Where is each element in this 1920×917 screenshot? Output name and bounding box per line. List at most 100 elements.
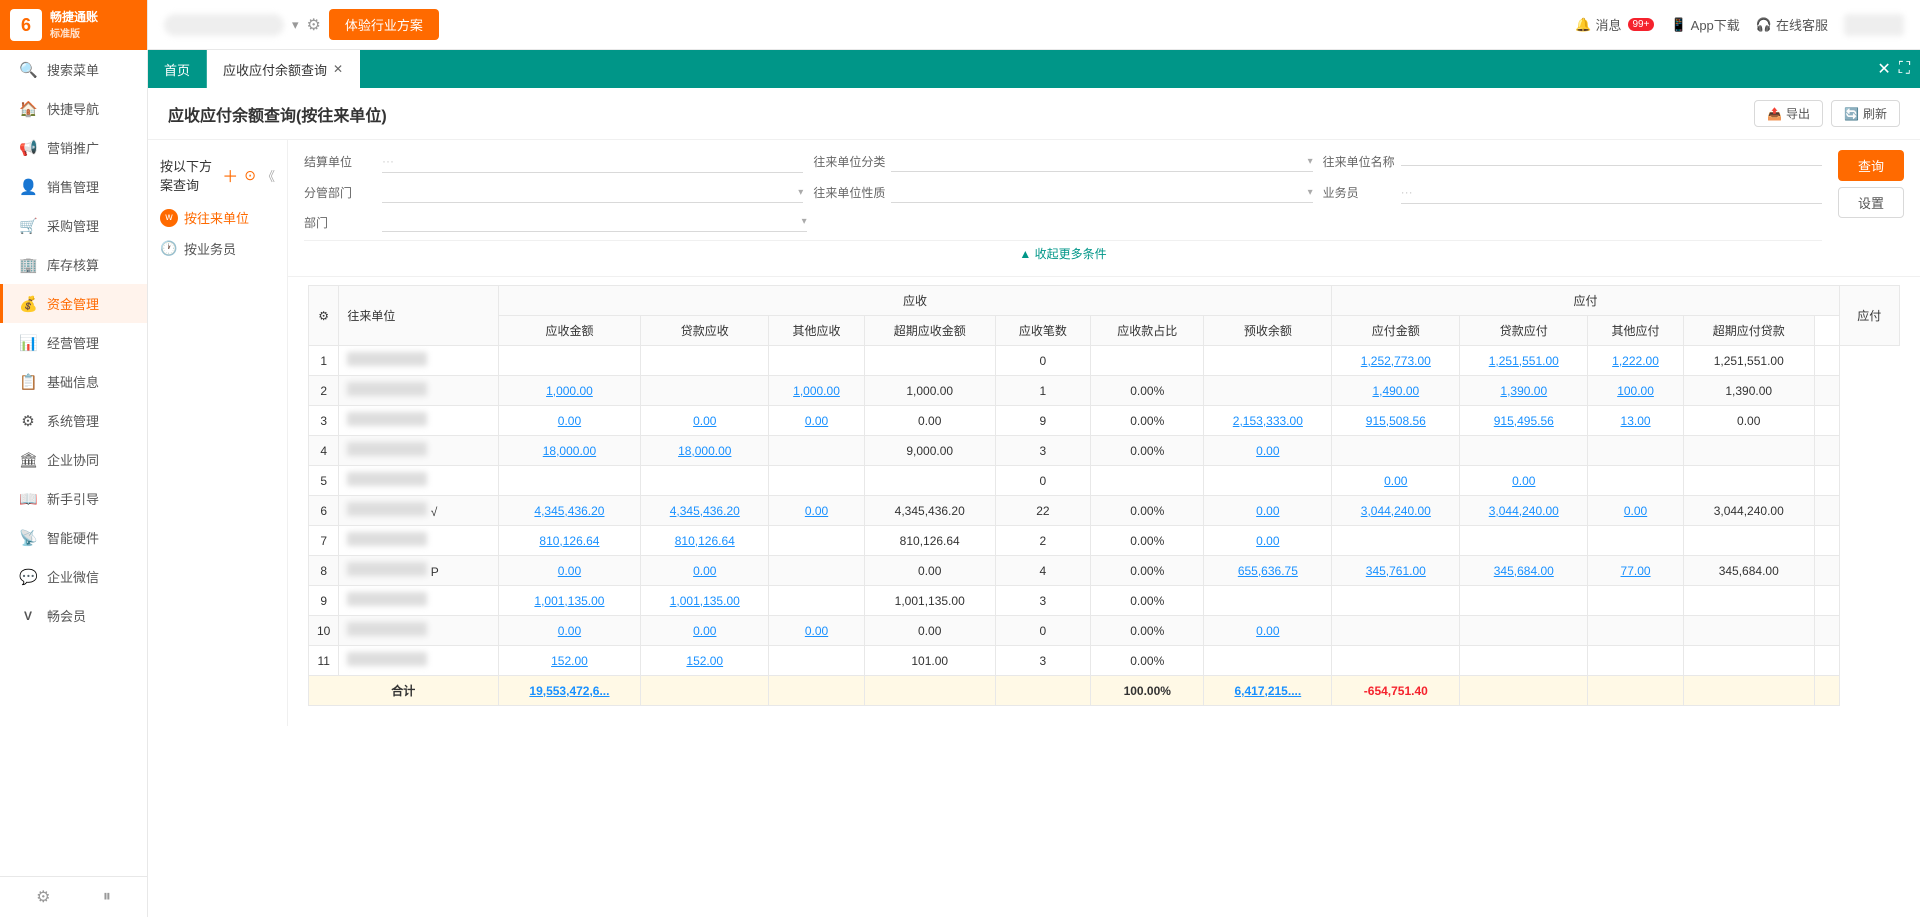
- sidebar-item-wechat[interactable]: 💬 企业微信: [0, 557, 147, 596]
- system-icon: ⚙: [19, 412, 37, 430]
- query-field-unit-name: 往来单位名称: [1323, 150, 1822, 173]
- sidebar-item-finance[interactable]: 💰 资金管理: [0, 284, 147, 323]
- footer-ap-amount: -654,751.40: [1332, 676, 1460, 706]
- topbar-service-label: 在线客服: [1776, 15, 1828, 34]
- query-field-department: 部门 ▾: [304, 212, 807, 232]
- topbar-online-service[interactable]: 🎧 在线客服: [1756, 15, 1828, 34]
- topbar-gear-icon[interactable]: ⚙: [307, 15, 321, 35]
- left-schema-panel: 按以下方案查询 ＋ ⊙ 《 w 按往来单位 🕐 按业务员: [148, 140, 288, 726]
- settings-schema-icon[interactable]: ⊙: [244, 167, 256, 184]
- sidebar-item-label: 系统管理: [47, 411, 99, 430]
- salesman-input[interactable]: ···: [1401, 181, 1822, 204]
- tab-ar-ap-label: 应收应付余额查询: [223, 60, 327, 79]
- footer-ap-last: [1814, 676, 1839, 706]
- sidebar-item-search[interactable]: 🔍 搜索菜单: [0, 50, 147, 89]
- sales-icon: 👤: [19, 178, 37, 196]
- row-unit: [339, 406, 498, 436]
- sidebar-item-label: 企业微信: [47, 567, 99, 586]
- table-header-payable-group: 应付: [1332, 286, 1839, 316]
- unit-name-input[interactable]: [1401, 157, 1822, 166]
- table-settings-col[interactable]: ⚙: [309, 286, 339, 346]
- sidebar-collapse-icon[interactable]: ⏸: [103, 888, 111, 906]
- add-schema-icon[interactable]: ＋: [222, 163, 238, 187]
- table-settings-button[interactable]: 设置: [1838, 187, 1904, 218]
- tabbar-expand-icon[interactable]: ⛶: [1899, 60, 1910, 78]
- corp-icon: 🏛: [19, 451, 37, 469]
- unit-category-input[interactable]: ▾: [891, 152, 1312, 172]
- query-field-unit-category: 往来单位分类 ▾: [813, 150, 1312, 173]
- wechat-icon: 💬: [19, 568, 37, 586]
- row-no: 4: [309, 436, 339, 466]
- row-no: 2: [309, 376, 339, 406]
- row-unit: [339, 376, 498, 406]
- tab-home-label: 首页: [164, 60, 190, 79]
- footer-ar-count: [995, 676, 1091, 706]
- collapse-schema-icon[interactable]: 《: [262, 166, 275, 185]
- search-menu-icon: 🔍: [19, 61, 37, 79]
- table-row: 30.000.000.000.0090.00%2,153,333.00915,5…: [309, 406, 1900, 436]
- sidebar-item-purchase[interactable]: 🛒 采购管理: [0, 206, 147, 245]
- query-row-1: 结算单位 ··· 往来单位分类 ▾: [304, 150, 1822, 173]
- tab-ar-ap[interactable]: 应收应付余额查询 ✕: [207, 50, 360, 88]
- sidebar-item-label: 库存核算: [47, 255, 99, 274]
- row-unit: √: [339, 496, 498, 526]
- tabbar-close-icon[interactable]: ✕: [1877, 59, 1890, 79]
- unit-category-arrow: ▾: [1308, 156, 1313, 167]
- sidebar-item-inventory[interactable]: 🏢 库存核算: [0, 245, 147, 284]
- footer-ar-prepay[interactable]: 6,417,215....: [1204, 676, 1332, 706]
- topbar-solution-button[interactable]: 体验行业方案: [329, 9, 439, 40]
- sidebar-item-sales[interactable]: 👤 销售管理: [0, 167, 147, 206]
- refresh-button[interactable]: 🔄 刷新: [1831, 100, 1900, 127]
- sidebar-item-member[interactable]: V 畅会员: [0, 596, 147, 635]
- page-header: 应收应付余额查询(按往来单位) 📤 导出 🔄 刷新: [148, 88, 1920, 140]
- department-input[interactable]: ▾: [382, 212, 807, 232]
- query-button[interactable]: 查询: [1838, 150, 1904, 181]
- tab-close-icon[interactable]: ✕: [333, 62, 343, 76]
- sidebar-item-marketing[interactable]: 📢 营销推广: [0, 128, 147, 167]
- table-row: 8 P0.000.000.0040.00%655,636.75345,761.0…: [309, 556, 1900, 586]
- table-header-unit: 往来单位: [339, 286, 498, 346]
- sidebar-item-system[interactable]: ⚙ 系统管理: [0, 401, 147, 440]
- table-row: 91,001,135.001,001,135.001,001,135.0030.…: [309, 586, 1900, 616]
- finance-icon: 💰: [19, 295, 37, 313]
- export-button[interactable]: 📤 导出: [1754, 100, 1823, 127]
- service-icon: 🎧: [1756, 17, 1772, 33]
- schema-by-unit[interactable]: w 按往来单位: [148, 202, 287, 233]
- tabbar: 首页 应收应付余额查询 ✕ ✕ ⛶: [148, 50, 1920, 88]
- notice-icon: 🔔: [1575, 17, 1591, 33]
- sidebar-settings-icon[interactable]: ⚙: [36, 887, 50, 907]
- query-fields: 结算单位 ··· 往来单位分类 ▾: [304, 150, 1822, 266]
- settlement-unit-input[interactable]: ···: [382, 150, 803, 173]
- query-bar: 结算单位 ··· 往来单位分类 ▾: [288, 140, 1920, 277]
- unit-nature-label: 往来单位性质: [813, 184, 885, 201]
- sidebar-item-quicknav[interactable]: 🏠 快捷导航: [0, 89, 147, 128]
- sidebar-item-mgmt[interactable]: 📊 经营管理: [0, 323, 147, 362]
- row-unit: [339, 586, 498, 616]
- sidebar-item-guide[interactable]: 📖 新手引导: [0, 479, 147, 518]
- collapse-more-button[interactable]: ▲ 收起更多条件: [304, 240, 1822, 266]
- tab-home[interactable]: 首页: [148, 50, 207, 88]
- unit-nature-input[interactable]: ▾: [891, 183, 1312, 203]
- table-header-ar-overdue: 超期应收金额: [864, 316, 995, 346]
- row-no: 5: [309, 466, 339, 496]
- footer-label: 合计: [309, 676, 499, 706]
- sidebar-item-base[interactable]: 📋 基础信息: [0, 362, 147, 401]
- sidebar-item-corp[interactable]: 🏛 企业协同: [0, 440, 147, 479]
- topbar-user[interactable]: [1844, 14, 1904, 36]
- data-table: ⚙ 往来单位 应收 应付 应付 应收金额 贷款应收 其他应收 超期应收金额: [308, 285, 1900, 706]
- sidebar-bottom: ⚙ ⏸: [0, 876, 147, 917]
- unit-nature-arrow: ▾: [1308, 187, 1313, 198]
- footer-ar-amount[interactable]: 19,553,472,6...: [498, 676, 641, 706]
- schema-by-salesman[interactable]: 🕐 按业务员: [148, 233, 287, 264]
- sidebar-item-label: 经营管理: [47, 333, 99, 352]
- topbar-app-download[interactable]: 📱 App下载: [1670, 15, 1739, 34]
- dept-input[interactable]: ▾: [382, 183, 803, 203]
- table-row: 7810,126.64810,126.64810,126.6420.00%0.0…: [309, 526, 1900, 556]
- query-label: 按以下方案查询: [160, 156, 216, 194]
- query-row-3: 部门 ▾: [304, 212, 1822, 232]
- marketing-icon: 📢: [19, 139, 37, 157]
- topbar-dropdown-icon[interactable]: ▾: [292, 17, 299, 33]
- topbar-notice[interactable]: 🔔 消息 99+: [1575, 15, 1654, 34]
- sidebar-item-smart[interactable]: 📡 智能硬件: [0, 518, 147, 557]
- sidebar-item-label: 资金管理: [47, 294, 99, 313]
